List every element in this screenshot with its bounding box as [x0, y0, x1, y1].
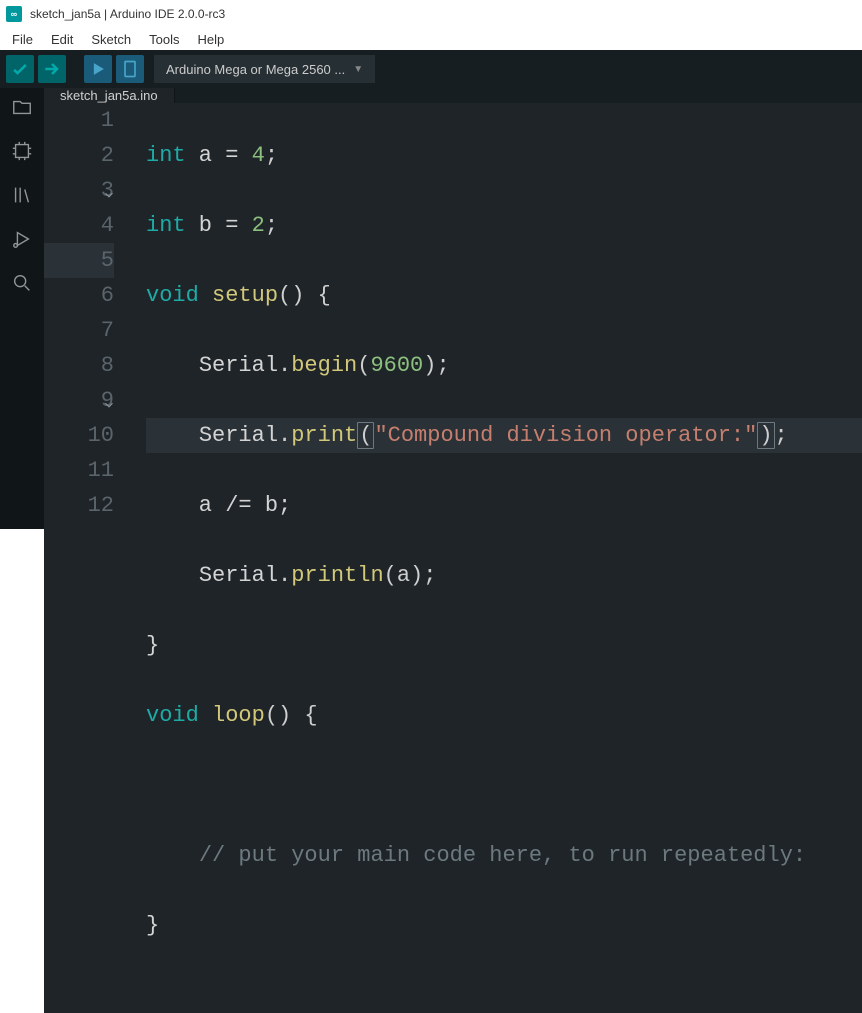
line-number: 1 [44, 103, 114, 138]
window-title: sketch_jan5a | Arduino IDE 2.0.0-rc3 [30, 7, 225, 21]
gutter: 1 2 3 4 5 6 7 8 9 10 11 12 [44, 103, 128, 1013]
menubar: File Edit Sketch Tools Help [0, 28, 862, 50]
code-line: void setup() { [146, 278, 862, 313]
main-area: sketch_jan5a.ino 1 2 3 4 5 6 7 8 9 10 11… [0, 88, 862, 529]
fold-chevron-icon[interactable] [102, 179, 116, 193]
line-number: 4 [44, 208, 114, 243]
tab-row: sketch_jan5a.ino [44, 88, 862, 103]
line-number: 2 [44, 138, 114, 173]
code-line: // put your main code here, to run repea… [146, 838, 862, 873]
code-editor[interactable]: 1 2 3 4 5 6 7 8 9 10 11 12 int a = 4; in… [44, 103, 862, 1013]
search-icon[interactable] [9, 270, 35, 296]
file-icon [120, 59, 140, 79]
line-number: 8 [44, 348, 114, 383]
menu-help[interactable]: Help [189, 30, 232, 49]
board-manager-icon[interactable] [9, 138, 35, 164]
line-number: 7 [44, 313, 114, 348]
bracket-match-close: ) [757, 422, 774, 449]
menu-sketch[interactable]: Sketch [83, 30, 139, 49]
arrow-right-icon [42, 59, 62, 79]
code-line: a /= b; [146, 488, 862, 523]
code-line: Serial.print("Compound division operator… [146, 418, 862, 453]
menu-edit[interactable]: Edit [43, 30, 81, 49]
code-line: int b = 2; [146, 208, 862, 243]
line-number: 11 [44, 453, 114, 488]
fold-chevron-icon[interactable] [102, 389, 116, 403]
code-line: } [146, 908, 862, 943]
chevron-down-icon: ▼ [353, 64, 363, 75]
code-line: Serial.println(a); [146, 558, 862, 593]
debug-button[interactable] [84, 55, 112, 83]
new-sketch-button[interactable] [116, 55, 144, 83]
menu-tools[interactable]: Tools [141, 30, 187, 49]
tab-sketch[interactable]: sketch_jan5a.ino [44, 88, 175, 103]
code-line [146, 768, 862, 803]
code-line: Serial.begin(9600); [146, 348, 862, 383]
board-label: Arduino Mega or Mega 2560 ... [166, 62, 345, 77]
bracket-match-open: ( [357, 422, 374, 449]
line-number: 12 [44, 488, 114, 523]
explorer-icon[interactable] [9, 94, 35, 120]
app-icon: ∞ [6, 6, 22, 22]
editor-wrap: sketch_jan5a.ino 1 2 3 4 5 6 7 8 9 10 11… [44, 88, 862, 529]
line-number: 3 [44, 173, 114, 208]
line-number: 6 [44, 278, 114, 313]
toolbar: Arduino Mega or Mega 2560 ... ▼ [0, 50, 862, 88]
debug-panel-icon[interactable] [9, 226, 35, 252]
line-number: 9 [44, 383, 114, 418]
upload-button[interactable] [38, 55, 66, 83]
line-number: 5 [44, 243, 114, 278]
titlebar: ∞ sketch_jan5a | Arduino IDE 2.0.0-rc3 [0, 0, 862, 28]
code-line: void loop() { [146, 698, 862, 733]
check-icon [10, 59, 30, 79]
activity-bar [0, 88, 44, 529]
code-area[interactable]: int a = 4; int b = 2; void setup() { Ser… [128, 103, 862, 1013]
code-line: } [146, 628, 862, 663]
code-line: int a = 4; [146, 138, 862, 173]
play-icon [88, 59, 108, 79]
menu-file[interactable]: File [4, 30, 41, 49]
library-manager-icon[interactable] [9, 182, 35, 208]
board-selector[interactable]: Arduino Mega or Mega 2560 ... ▼ [154, 55, 375, 83]
line-number: 10 [44, 418, 114, 453]
verify-button[interactable] [6, 55, 34, 83]
